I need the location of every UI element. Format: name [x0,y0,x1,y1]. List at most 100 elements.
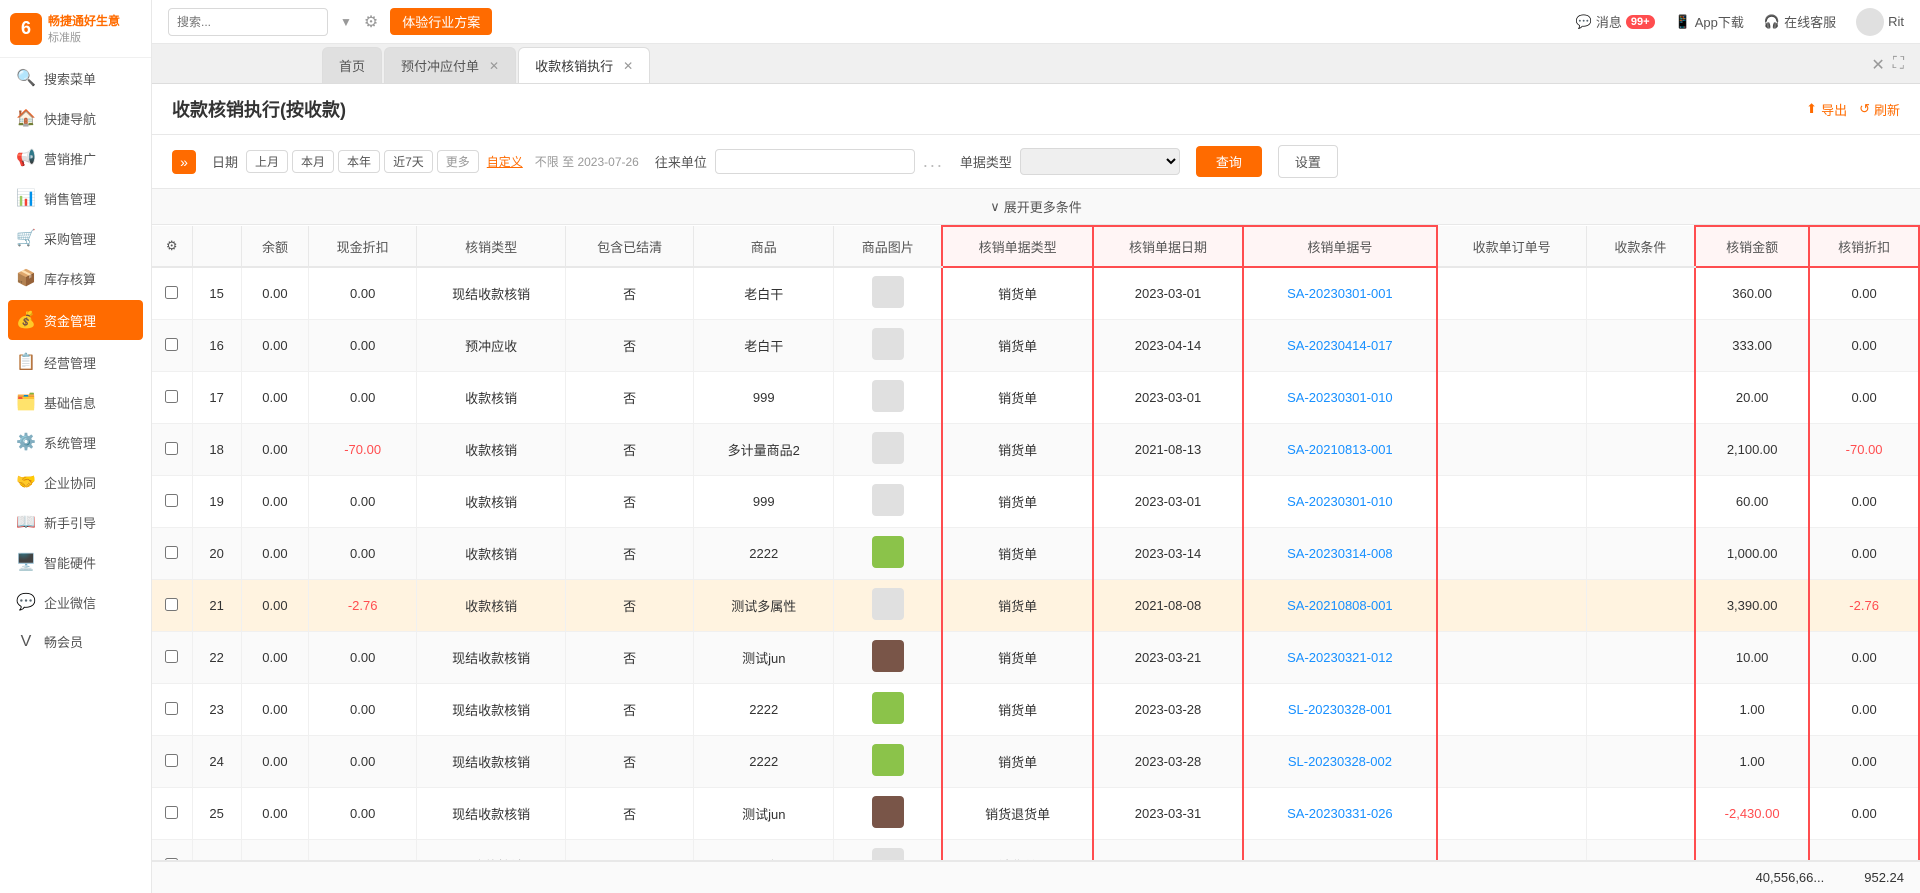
doc-no-link[interactable]: SA-20230301-010 [1287,390,1393,405]
more-dates-btn[interactable]: 更多 [437,150,479,173]
doc-no-link[interactable]: SA-20210813-001 [1287,442,1393,457]
cell-balance: 0.00 [241,476,308,528]
doc-no-link[interactable]: SA-20230301-001 [1287,286,1393,301]
tab-close-prepay[interactable]: ✕ [489,59,499,73]
cell-checkbox[interactable] [152,580,192,632]
message-item[interactable]: 💬 消息 99+ [1576,12,1655,31]
app-download-item[interactable]: 📱 App下载 [1675,12,1744,31]
cell-checkbox[interactable] [152,320,192,372]
filter-toggle-btn[interactable]: » [172,150,196,174]
row-checkbox[interactable] [165,338,178,351]
user-info[interactable]: Rit [1856,8,1904,36]
cell-checkbox[interactable] [152,736,192,788]
sidebar-item-enterprise[interactable]: 🤝企业协同 [0,462,151,502]
close-tab-icon[interactable]: ✕ [1871,55,1884,75]
sidebar-item-smart-hw[interactable]: 🖥️智能硬件 [0,542,151,582]
doc-no-link[interactable]: SL-20230328-002 [1288,754,1392,769]
header-search-input[interactable] [168,8,328,36]
export-button[interactable]: ⬆ 导出 [1806,100,1847,119]
settings-button[interactable]: 设置 [1278,145,1338,178]
row-checkbox[interactable] [165,390,178,403]
sidebar-item-marketing[interactable]: 📢营销推广 [0,138,151,178]
header-dropdown-icon[interactable]: ▼ [340,15,352,29]
col-settings[interactable]: ⚙ [152,226,192,267]
cell-include-settled: 否 [565,372,693,424]
row-checkbox[interactable] [165,494,178,507]
cell-checkbox[interactable] [152,840,192,861]
table-wrapper[interactable]: ⚙ 余额 现金折扣 核销类型 包含已结清 商品 商品图片 核销单据类型 核销单据… [152,225,1920,860]
cell-goods: 测试jun [694,788,834,840]
solution-button[interactable]: 体验行业方案 [390,8,492,35]
doc-no-link[interactable]: SA-20230314-008 [1287,546,1393,561]
last-7days-btn[interactable]: 近7天 [384,150,433,173]
cell-checkbox[interactable] [152,424,192,476]
cell-balance: 0.00 [241,684,308,736]
date-buttons: 上月 本月 本年 近7天 更多 [246,150,479,173]
sidebar-item-purchase-mgmt[interactable]: 🛒采购管理 [0,218,151,258]
doc-no-link[interactable]: SA-20230301-010 [1287,494,1393,509]
sidebar-item-finance[interactable]: 💰资金管理 [8,300,143,340]
this-year-btn[interactable]: 本年 [338,150,380,173]
doctype-select[interactable] [1020,148,1180,175]
col-writeoff-doc-type: 核销单据类型 [942,226,1092,267]
doc-no-link[interactable]: SL-20230328-001 [1288,702,1392,717]
row-checkbox[interactable] [165,806,178,819]
cell-checkbox[interactable] [152,476,192,528]
row-checkbox[interactable] [165,598,178,611]
tab-prepay[interactable]: 预付冲应付单✕ [384,47,516,83]
tab-close-collection[interactable]: ✕ [623,59,633,73]
cell-checkbox[interactable] [152,267,192,320]
sidebar-item-quick-nav[interactable]: 🏠快捷导航 [0,98,151,138]
sidebar-item-sales-mgmt[interactable]: 📊销售管理 [0,178,151,218]
cell-checkbox[interactable] [152,632,192,684]
row-checkbox[interactable] [165,442,178,455]
doc-no-link[interactable]: SA-20230321-012 [1287,650,1393,665]
operation-icon: 📋 [16,352,36,372]
cell-writeoff-type: 现结收款核销 [417,788,566,840]
expand-conditions-btn[interactable]: ∨ 展开更多条件 [990,197,1082,216]
this-month-btn[interactable]: 本月 [292,150,334,173]
custom-date-label[interactable]: 自定义 [487,153,523,170]
cell-checkbox[interactable] [152,372,192,424]
sidebar-item-inventory[interactable]: 📦库存核算 [0,258,151,298]
row-checkbox[interactable] [165,546,178,559]
expand-tab-icon[interactable]: ⛶ [1893,55,1904,75]
sidebar-item-operation[interactable]: 📋经营管理 [0,342,151,382]
sidebar-item-beginner[interactable]: 📖新手引导 [0,502,151,542]
cell-writeoff-doc-no: SL-20230328-002 [1243,736,1436,788]
sidebar-item-basic-info[interactable]: 🗂️基础信息 [0,382,151,422]
export-label: 导出 [1821,100,1847,119]
cell-writeoff-type: 预冲应收 [417,320,566,372]
cell-goods-img [834,320,943,372]
cell-balance: 0.00 [241,320,308,372]
sidebar-item-search-menu[interactable]: 🔍搜索菜单 [0,58,151,98]
header-gear-icon[interactable]: ⚙ [364,12,378,32]
cell-writeoff-doc-type: 销货单 [942,632,1092,684]
sidebar-item-vip[interactable]: V畅会员 [0,622,151,661]
cell-goods: 2222 [694,736,834,788]
message-label: 消息 [1596,12,1622,31]
cell-checkbox[interactable] [152,528,192,580]
row-checkbox[interactable] [165,286,178,299]
last-month-btn[interactable]: 上月 [246,150,288,173]
cell-writeoff-doc-no: SA-20210808-001 [1243,580,1436,632]
row-checkbox[interactable] [165,754,178,767]
doc-no-link[interactable]: SA-20230331-026 [1287,806,1393,821]
sidebar-item-system[interactable]: ⚙️系统管理 [0,422,151,462]
smart-hw-label: 智能硬件 [44,553,96,572]
cell-checkbox[interactable] [152,788,192,840]
query-button[interactable]: 查询 [1196,146,1262,177]
sidebar-item-enterprise-wx[interactable]: 💬企业微信 [0,582,151,622]
cell-checkbox[interactable] [152,684,192,736]
tab-home[interactable]: 首页 [322,47,382,83]
partner-input[interactable] [715,149,915,174]
refresh-button[interactable]: ↺ 刷新 [1859,100,1900,119]
online-service-item[interactable]: 🎧 在线客服 [1764,12,1836,31]
row-checkbox[interactable] [165,702,178,715]
doc-no-link[interactable]: SA-20210808-001 [1287,598,1393,613]
tab-collection[interactable]: 收款核销执行✕ [518,47,650,83]
cell-seq: 21 [192,580,241,632]
cell-writeoff-discount: 0.00 [1809,528,1919,580]
row-checkbox[interactable] [165,650,178,663]
doc-no-link[interactable]: SA-20230414-017 [1287,338,1393,353]
